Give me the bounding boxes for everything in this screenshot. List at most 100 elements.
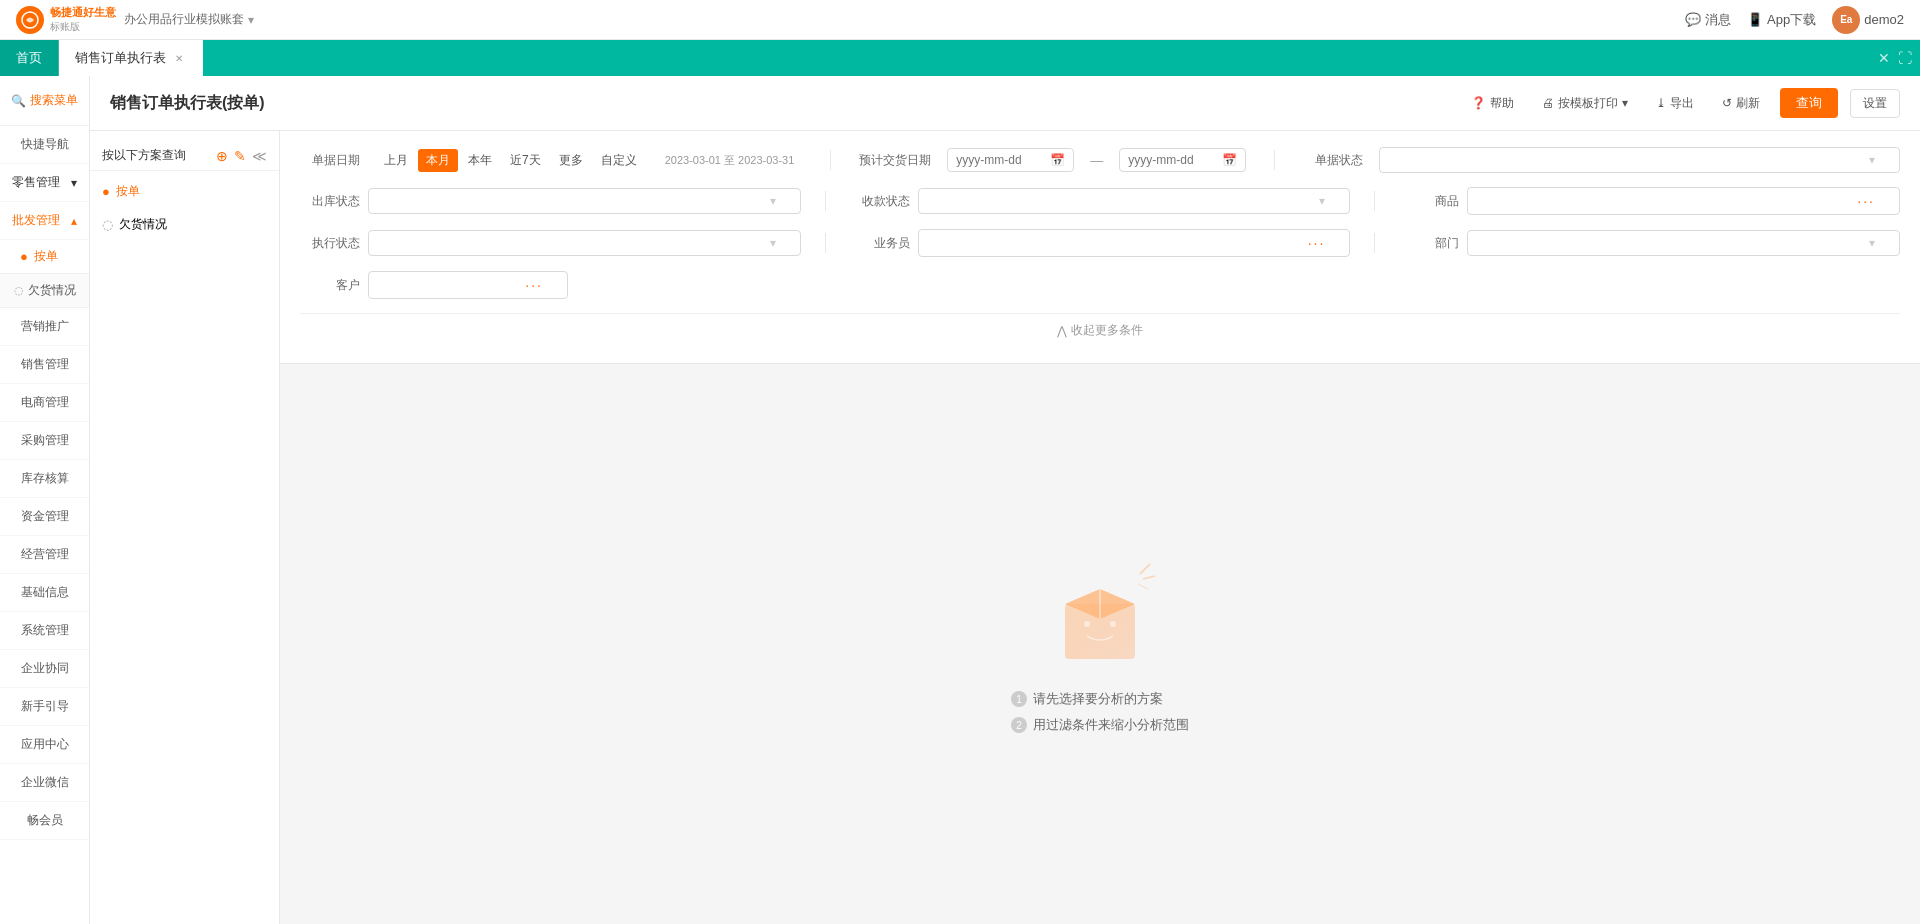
message-btn[interactable]: 💬 消息 (1685, 11, 1731, 29)
execution-section: 执行状态 ▾ (300, 230, 801, 256)
sidebar-item-basic[interactable]: 基础信息 (0, 574, 89, 612)
sidebar-item-wholesale[interactable]: 批发管理 ▴ (0, 202, 89, 240)
tab-home[interactable]: 首页 (0, 40, 59, 76)
page-actions: ❓ 帮助 🖨 按模板打印 ▾ ⤓ 导出 ↺ 刷新 (1463, 88, 1900, 118)
query-btn[interactable]: 查询 (1780, 88, 1838, 118)
expected-date-to[interactable] (1128, 153, 1218, 167)
collapse-more-row: ⋀ 收起更多条件 (300, 313, 1900, 347)
sidebar-item-ecommerce[interactable]: 电商管理 (0, 384, 89, 422)
chevron-up-icon: ▴ (71, 214, 77, 228)
date-tabs: 上月 本月 本年 近7天 更多 自定义 (376, 149, 645, 172)
delivery-chevron-icon: ▾ (770, 194, 776, 208)
customer-select[interactable]: ··· (368, 271, 568, 299)
sidebar-item-quick-nav[interactable]: 快捷导航 (0, 126, 89, 164)
delivery-section: 出库状态 ▾ (300, 188, 801, 214)
date-tab-last7days[interactable]: 近7天 (502, 149, 549, 172)
print-chevron-icon: ▾ (1622, 96, 1628, 110)
goods-section: 商品 ··· (1399, 187, 1900, 215)
sidebar-item-operation[interactable]: 经营管理 (0, 536, 89, 574)
date-label: 单据日期 (300, 152, 360, 169)
salesperson-select[interactable]: ··· (918, 229, 1351, 257)
app-download-btn[interactable]: 📱 App下载 (1747, 11, 1816, 29)
sidebar-item-enterprise[interactable]: 企业协同 (0, 650, 89, 688)
empty-tip-2: 2 用过滤条件来缩小分析范围 (1011, 716, 1189, 734)
department-select[interactable]: ▾ (1467, 230, 1900, 256)
user-avatar: Ea (1832, 6, 1860, 34)
date-tab-prev-month[interactable]: 上月 (376, 149, 416, 172)
print-btn[interactable]: 🖨 按模板打印 ▾ (1534, 91, 1636, 116)
refresh-icon: ↺ (1722, 96, 1732, 110)
empty-tip-1: 1 请先选择要分析的方案 (1011, 690, 1189, 708)
help-btn[interactable]: ❓ 帮助 (1463, 91, 1522, 116)
tab-bar: 首页 销售订单执行表 ✕ ✕ ⛶ (0, 40, 1920, 76)
empty-state: 1 请先选择要分析的方案 2 用过滤条件来缩小分析范围 (1011, 554, 1189, 734)
date-tab-current-month[interactable]: 本月 (418, 149, 458, 172)
export-btn[interactable]: ⤓ 导出 (1648, 91, 1702, 116)
sidebar-item-inventory[interactable]: 库存核算 (0, 460, 89, 498)
sidebar-item-wechat[interactable]: 企业微信 (0, 764, 89, 802)
date-tab-more[interactable]: 更多 (551, 149, 591, 172)
customer-more-icon[interactable]: ··· (525, 277, 543, 293)
sidebar-sub-item-arrears[interactable]: ◌ 欠货情况 (0, 274, 89, 308)
scheme-and-main: 按以下方案查询 ⊕ ✎ ≪ ● 按单 ◌ 欠货情况 (90, 131, 1920, 924)
salesperson-more-icon[interactable]: ··· (1308, 235, 1326, 251)
date-tab-current-year[interactable]: 本年 (460, 149, 500, 172)
home-tab-label: 首页 (16, 49, 42, 67)
sidebar-item-finance[interactable]: 资金管理 (0, 498, 89, 536)
tip-num-2: 2 (1011, 717, 1027, 733)
payment-select[interactable]: ▾ (918, 188, 1351, 214)
sidebar-item-purchase[interactable]: 采购管理 (0, 422, 89, 460)
goods-more-icon[interactable]: ··· (1857, 193, 1875, 209)
sidebar-item-sales[interactable]: 销售管理 (0, 346, 89, 384)
tab-close-all-icon[interactable]: ✕ (1878, 50, 1890, 66)
doc-status-select[interactable]: ▾ (1379, 147, 1900, 173)
goods-select[interactable]: ··· (1467, 187, 1900, 215)
delivery-select[interactable]: ▾ (368, 188, 801, 214)
refresh-btn[interactable]: ↺ 刷新 (1714, 91, 1768, 116)
right-section: 单据日期 上月 本月 本年 近7天 更多 自定义 2023-03-01 至 20… (280, 131, 1920, 924)
tab-bar-actions: ✕ ⛶ (1870, 40, 1920, 76)
edit-scheme-icon[interactable]: ✎ (234, 148, 246, 164)
export-icon: ⤓ (1656, 96, 1666, 110)
divider2 (1274, 150, 1275, 170)
calendar-icon-to: 📅 (1222, 153, 1237, 167)
svg-line-7 (1143, 576, 1155, 579)
user-avatar-area[interactable]: Ea demo2 (1832, 6, 1904, 34)
sidebar-sub-item-order[interactable]: ● 按单 (0, 240, 89, 274)
date-tab-custom[interactable]: 自定义 (593, 149, 645, 172)
sidebar-search-btn[interactable]: 🔍 搜索菜单 (0, 84, 89, 117)
divider5 (825, 233, 826, 253)
tab-sales-order[interactable]: 销售订单执行表 ✕ (59, 40, 203, 76)
header-left: 畅捷通好生意 标账版 办公用品行业模拟账套 ▾ (16, 5, 254, 34)
breadcrumb-chevron-icon[interactable]: ▾ (248, 13, 254, 27)
sidebar-item-apps[interactable]: 应用中心 (0, 726, 89, 764)
sidebar-item-member[interactable]: 畅会员 (0, 802, 89, 840)
payment-label: 收款状态 (850, 193, 910, 210)
settings-btn[interactable]: 设置 (1850, 89, 1900, 118)
collapse-more-btn[interactable]: ⋀ 收起更多条件 (1057, 322, 1143, 339)
svg-point-4 (1084, 621, 1090, 627)
tab-expand-icon[interactable]: ⛶ (1898, 50, 1912, 66)
add-scheme-icon[interactable]: ⊕ (216, 148, 228, 164)
sidebar-item-retail[interactable]: 零售管理 ▾ (0, 164, 89, 202)
logo-area: 畅捷通好生意 标账版 (16, 5, 116, 34)
payment-section: 收款状态 ▾ (850, 188, 1351, 214)
arrears-icon: ◌ (14, 284, 24, 297)
scheme-header-actions: ⊕ ✎ ≪ (216, 148, 267, 164)
scheme-item-by-arrears[interactable]: ◌ 欠货情况 (90, 208, 279, 241)
main-content: 1 请先选择要分析的方案 2 用过滤条件来缩小分析范围 (280, 364, 1920, 924)
message-icon: 💬 (1685, 12, 1701, 27)
svg-point-5 (1110, 621, 1116, 627)
salesperson-label: 业务员 (850, 235, 910, 252)
tab-close-icon[interactable]: ✕ (172, 51, 186, 65)
execution-select[interactable]: ▾ (368, 230, 801, 256)
expected-date-from[interactable] (956, 153, 1046, 167)
page-title-row: 销售订单执行表(按单) ❓ 帮助 🖨 按模板打印 ▾ ⤓ 导出 (110, 88, 1900, 118)
divider6 (1374, 233, 1375, 253)
sidebar-item-system[interactable]: 系统管理 (0, 612, 89, 650)
scheme-item-by-order[interactable]: ● 按单 (90, 175, 279, 208)
collapse-scheme-icon[interactable]: ≪ (252, 148, 267, 164)
filter-row-1: 单据日期 上月 本月 本年 近7天 更多 自定义 2023-03-01 至 20… (300, 147, 1900, 173)
sidebar-item-marketing[interactable]: 营销推广 (0, 308, 89, 346)
sidebar-item-newbie[interactable]: 新手引导 (0, 688, 89, 726)
